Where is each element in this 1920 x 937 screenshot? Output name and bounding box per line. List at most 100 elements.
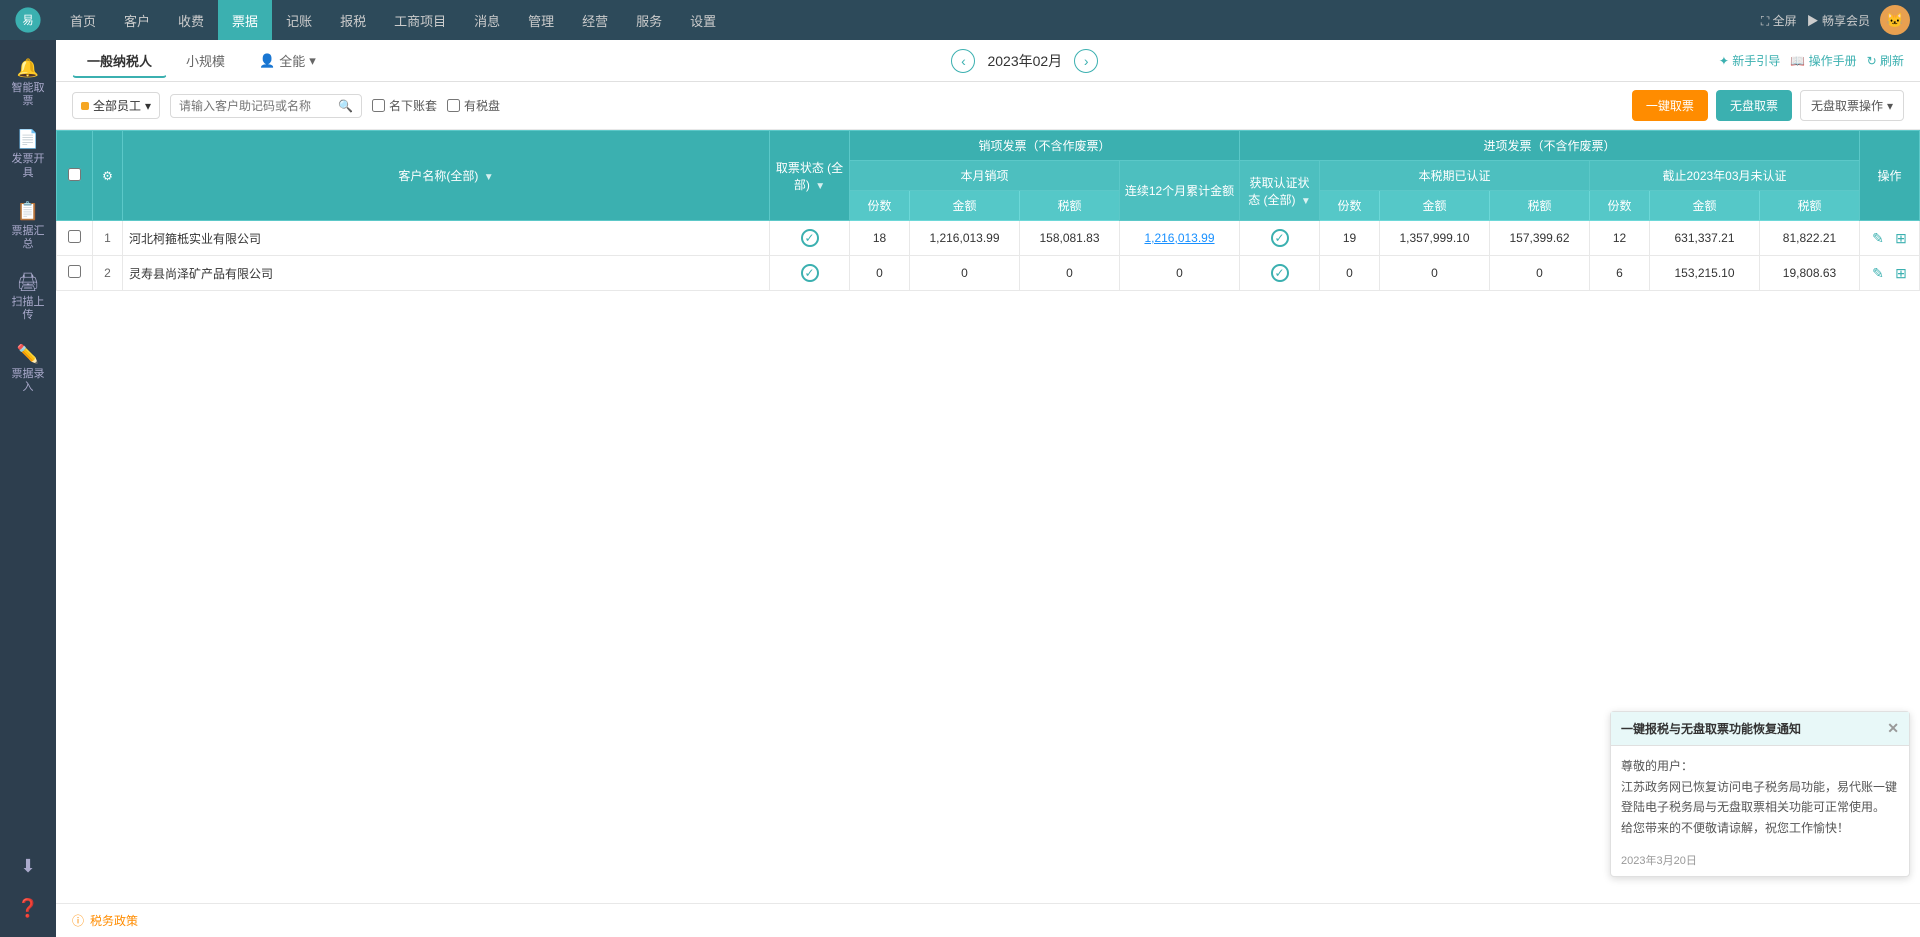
no-disk-ticket-btn[interactable]: 无盘取票 <box>1716 90 1792 121</box>
sidebar-item-download[interactable]: ⬇ <box>3 848 53 885</box>
no-disk-ops-btn[interactable]: 无盘取票操作 ▾ <box>1800 90 1904 121</box>
sidebar-item-invoice-summary[interactable]: 📋 票据汇总 <box>3 193 53 259</box>
manual-btn[interactable]: 📖 操作手册 <box>1790 52 1856 69</box>
row-period-tax-0: 157,399.62 <box>1490 221 1590 256</box>
sidebar-item-invoice-open[interactable]: 📄 发票开具 <box>3 121 53 187</box>
row-actions-1: ✎ ⊞ <box>1860 256 1920 291</box>
printer-icon: 🖨 <box>17 272 40 293</box>
chevron-down-icon: ▾ <box>309 53 316 69</box>
th-checkbox <box>57 131 93 221</box>
info-icon: ⓘ <box>72 912 84 929</box>
row-customer-1: 灵寿县尚泽矿产品有限公司 <box>123 256 770 291</box>
sidebar-label-invoice-summary: 票据汇总 <box>7 225 49 251</box>
row-num-1: 2 <box>93 256 123 291</box>
prev-month-btn[interactable]: ‹ <box>951 49 975 73</box>
checkbox-account-input[interactable] <box>372 99 385 112</box>
th-customer: 客户名称(全部) ▼ <box>123 131 770 221</box>
sidebar-bottom: ⬇ ❓ <box>3 848 53 937</box>
sidebar-item-scan-upload[interactable]: 🖨 扫描上传 <box>3 264 53 330</box>
row-unconfirmed-amount-0: 631,337.21 <box>1650 221 1760 256</box>
row-checkbox-1[interactable] <box>57 256 93 291</box>
th-operation: 操作 <box>1860 131 1920 221</box>
edit-icon: ✏️ <box>17 344 39 365</box>
toolbar: 全部员工 ▾ 🔍 名下账套 有税盘 一键取票 无盘取票 无盘取票操作 ▾ <box>56 82 1920 130</box>
nav-right: ⛶ 全屏 ▶ 畅享会员 🐱 <box>1761 5 1910 35</box>
th-purchase-period-tax: 税额 <box>1490 191 1590 221</box>
row-period-tax-1: 0 <box>1490 256 1590 291</box>
th-unconfirmed-tax: 税额 <box>1760 191 1860 221</box>
filter-icon: ▼ <box>484 172 494 183</box>
view-icon-1[interactable]: ⊞ <box>1895 265 1907 281</box>
th-purchase-status: 获取认证状态 (全部) ▼ <box>1240 161 1320 221</box>
nav-settings[interactable]: 设置 <box>676 0 730 40</box>
th-purchase-period: 本税期已认证 <box>1320 161 1590 191</box>
month-selector: ‹ 2023年02月 › <box>335 49 1715 73</box>
view-icon-0[interactable]: ⊞ <box>1895 230 1907 246</box>
fullscreen-btn[interactable]: ⛶ 全屏 <box>1761 12 1797 29</box>
row-sales-tax-1: 0 <box>1020 256 1120 291</box>
guide-btn[interactable]: ✦ 新手引导 <box>1719 52 1780 69</box>
nav-operation[interactable]: 经营 <box>568 0 622 40</box>
row-purchase-status-1: ✓ <box>1240 256 1320 291</box>
nav-fee[interactable]: 收费 <box>164 0 218 40</box>
sidebar-label-invoice-open: 发票开具 <box>7 153 49 179</box>
sidebar-item-smart-ticket[interactable]: 🔔 智能取票 <box>3 50 53 116</box>
nav-tax[interactable]: 报税 <box>326 0 380 40</box>
th-sales-group: 销项发票（不含作废票） <box>850 131 1240 161</box>
tab-all[interactable]: 👤 全能 ▾ <box>244 44 331 77</box>
row-unconfirmed-count-1: 6 <box>1590 256 1650 291</box>
nav-service[interactable]: 服务 <box>622 0 676 40</box>
notification-popup: 一键报税与无盘取票功能恢复通知 ✕ 尊敬的用户： 江苏政务网已恢复访问电子税务局… <box>1610 711 1910 877</box>
document-icon: 📄 <box>17 129 39 150</box>
notification-greeting: 尊敬的用户： <box>1621 756 1899 776</box>
notification-close-btn[interactable]: ✕ <box>1887 720 1899 737</box>
tax-policy-bar[interactable]: ⓘ 税务政策 <box>56 903 1920 937</box>
table-row: 2 灵寿县尚泽矿产品有限公司 ✓ 0 0 0 0 ✓ 0 0 0 6 153,2… <box>57 256 1920 291</box>
th-purchase-group: 进项发票（不含作废票） <box>1240 131 1860 161</box>
th-purchase-period-count: 份数 <box>1320 191 1380 221</box>
row-unconfirmed-tax-0: 81,822.21 <box>1760 221 1860 256</box>
row-purchase-status-0: ✓ <box>1240 221 1320 256</box>
nav-business[interactable]: 工商项目 <box>380 0 460 40</box>
row-customer-0: 河北柯箍柢实业有限公司 <box>123 221 770 256</box>
nav-invoice[interactable]: 票据 <box>218 0 272 40</box>
th-purchase-period-amount: 金额 <box>1380 191 1490 221</box>
row-unconfirmed-tax-1: 19,808.63 <box>1760 256 1860 291</box>
row-checkbox-0[interactable] <box>57 221 93 256</box>
refresh-btn[interactable]: ↻ 刷新 <box>1867 52 1904 69</box>
sidebar-label-scan-upload: 扫描上传 <box>7 296 49 322</box>
nav-customer[interactable]: 客户 <box>110 0 164 40</box>
list-icon: 📋 <box>17 201 39 222</box>
th-purchase-unconfirmed: 截止2023年03月未认证 <box>1590 161 1860 191</box>
row-sales-amount-0: 1,216,013.99 <box>910 221 1020 256</box>
notification-header: 一键报税与无盘取票功能恢复通知 ✕ <box>1611 712 1909 746</box>
checkbox-taxdisk-input[interactable] <box>447 99 460 112</box>
filter-icon-3: ▼ <box>1301 196 1311 207</box>
tab-small-scale[interactable]: 小规模 <box>171 44 240 77</box>
search-input[interactable] <box>179 99 334 113</box>
next-month-btn[interactable]: › <box>1074 49 1098 73</box>
checkbox-account[interactable]: 名下账套 <box>372 97 437 114</box>
employee-filter[interactable]: 全部员工 ▾ <box>72 92 160 119</box>
sidebar-item-help[interactable]: ❓ <box>3 890 53 927</box>
orange-dot-icon <box>81 102 89 110</box>
nav-message[interactable]: 消息 <box>460 0 514 40</box>
user-avatar[interactable]: 🐱 <box>1880 5 1910 35</box>
tab-general-taxpayer[interactable]: 一般纳税人 <box>72 44 167 78</box>
nav-home[interactable]: 首页 <box>56 0 110 40</box>
one-key-ticket-btn[interactable]: 一键取票 <box>1632 90 1708 121</box>
chevron-down-icon: ▾ <box>1887 99 1893 113</box>
nav-bookkeeping[interactable]: 记账 <box>272 0 326 40</box>
edit-icon-1[interactable]: ✎ <box>1872 265 1884 281</box>
edit-icon-0[interactable]: ✎ <box>1872 230 1884 246</box>
nav-manage[interactable]: 管理 <box>514 0 568 40</box>
help-icon: ❓ <box>17 898 39 919</box>
checkbox-taxdisk[interactable]: 有税盘 <box>447 97 500 114</box>
select-all-checkbox[interactable] <box>68 168 81 181</box>
sidebar-item-invoice-entry[interactable]: ✏️ 票据录入 <box>3 336 53 402</box>
th-sales-amount: 金额 <box>910 191 1020 221</box>
search-icon[interactable]: 🔍 <box>338 99 353 113</box>
notification-body: 尊敬的用户： 江苏政务网已恢复访问电子税务局功能，易代账一键登陆电子税务局与无盘… <box>1611 746 1909 848</box>
vip-btn[interactable]: ▶ 畅享会员 <box>1807 12 1870 29</box>
th-unconfirmed-count: 份数 <box>1590 191 1650 221</box>
